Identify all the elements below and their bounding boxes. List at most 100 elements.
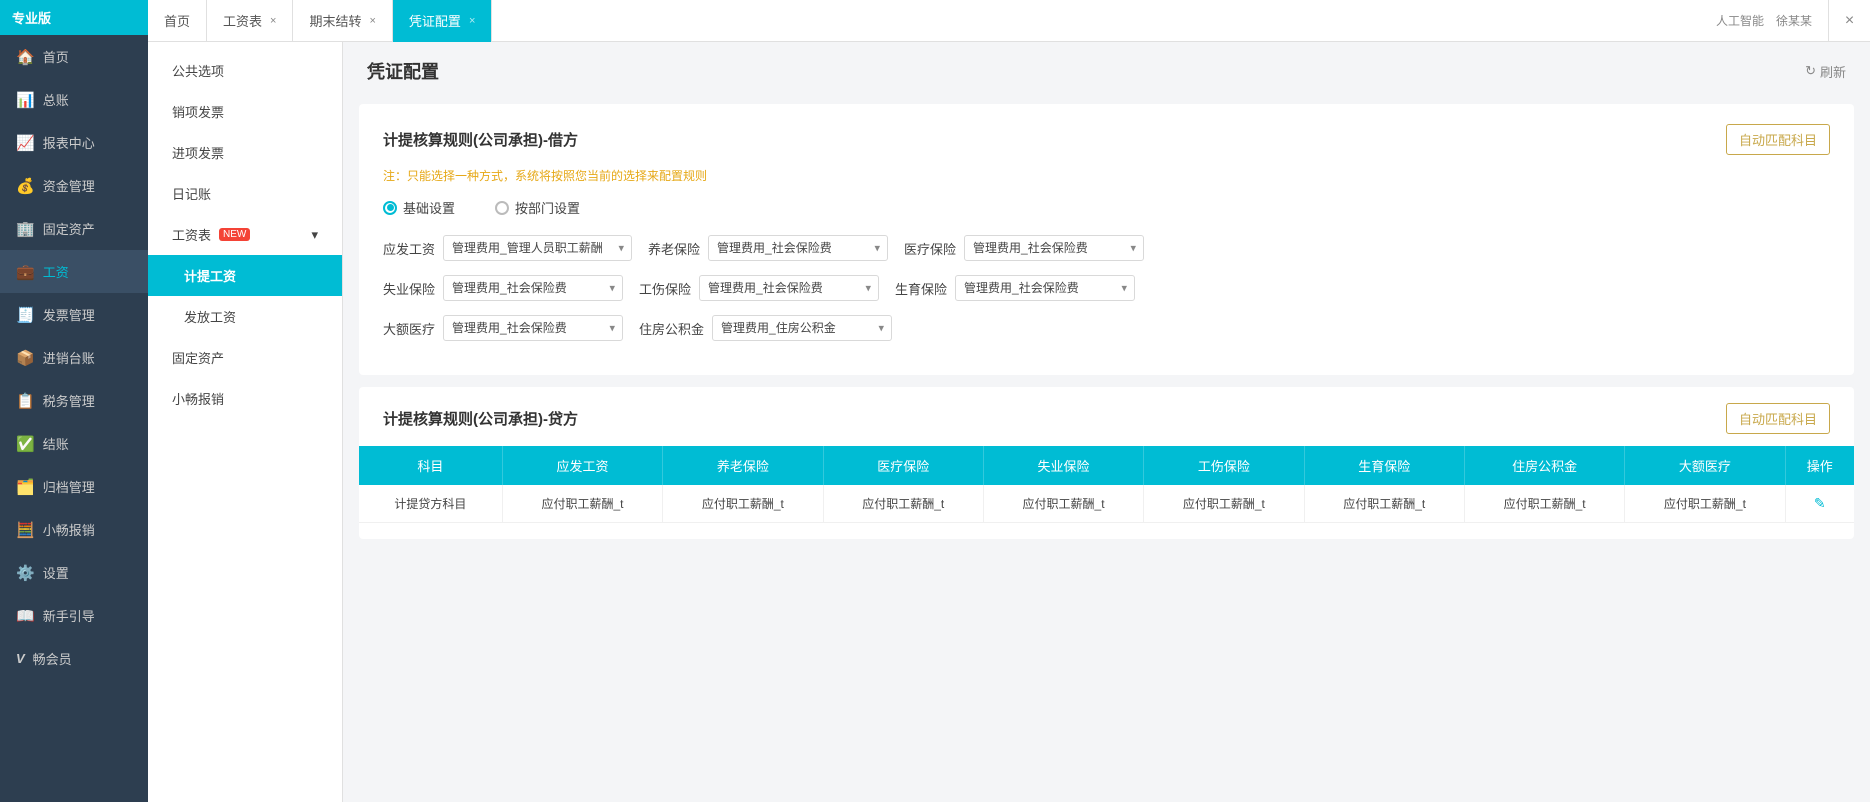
sidebar-item-asset[interactable]: 🏢 固定资产 — [0, 207, 148, 250]
field-housing: 住房公积金 管理费用_住房公积金 — [639, 315, 892, 341]
radio-group: 基础设置 按部门设置 — [383, 198, 1830, 217]
left-panel-item-xiao-expense[interactable]: 小畅报销 — [148, 378, 342, 419]
window-close-button[interactable]: × — [1828, 0, 1870, 42]
major-medical-select[interactable]: 管理费用_社会保险费 — [443, 315, 623, 341]
sidebar-item-stock[interactable]: 📦 进销台账 — [0, 336, 148, 379]
table-row: 计提贷方科目 应付职工薪酬_t 应付职工薪酬_t 应付职工薪酬_t 应付职工薪酬… — [359, 485, 1854, 523]
form-row-1: 应发工资 管理费用_管理人员职工薪酬 养老保险 管理费用_社会保险费 — [383, 235, 1830, 261]
left-panel-item-journal[interactable]: 日记账 — [148, 173, 342, 214]
left-panel-item-label: 日记账 — [172, 184, 211, 203]
sidebar-item-settings[interactable]: ⚙️ 设置 — [0, 551, 148, 594]
tab-period-close-label: 期末结转 — [309, 11, 361, 30]
debit-auto-match-button[interactable]: 自动匹配科目 — [1726, 124, 1830, 155]
credit-table: 科目 应发工资 养老保险 医疗保险 失业保险 工伤保险 生育保险 住房公积金 大… — [359, 446, 1854, 523]
expand-icon: ▾ — [311, 227, 318, 243]
tab-period-close[interactable]: 期末结转 × — [293, 0, 392, 42]
sidebar-header: 专业版 — [0, 0, 148, 35]
sidebar-item-tax[interactable]: 📋 税务管理 — [0, 379, 148, 422]
sidebar-item-closing[interactable]: ✅ 结账 — [0, 422, 148, 465]
maternity-select[interactable]: 管理费用_社会保险费 — [955, 275, 1135, 301]
left-panel-item-calc-salary[interactable]: 计提工资 — [148, 255, 342, 296]
left-panel-item-label: 销项发票 — [172, 102, 224, 121]
housing-select-wrapper: 管理费用_住房公积金 — [712, 315, 892, 341]
form-row-3: 大额医疗 管理费用_社会保险费 住房公积金 管理费用_住房公积金 — [383, 315, 1830, 341]
sidebar-item-home[interactable]: 🏠 首页 — [0, 35, 148, 78]
salary-label: 应发工资 — [383, 239, 435, 258]
sidebar-item-report[interactable]: 📈 报表中心 — [0, 121, 148, 164]
left-panel-item-public[interactable]: 公共选项 — [148, 50, 342, 91]
col-salary: 应发工资 — [502, 446, 662, 485]
tab-period-close-close[interactable]: × — [369, 15, 375, 27]
form-row-2: 失业保险 管理费用_社会保险费 工伤保险 管理费用_社会保险费 — [383, 275, 1830, 301]
left-panel-item-salary-table[interactable]: 工资表 NEW ▾ — [148, 214, 342, 255]
tab-voucher-config-label: 凭证配置 — [409, 11, 461, 30]
sidebar-item-fund[interactable]: 💰 资金管理 — [0, 164, 148, 207]
home-icon: 🏠 — [16, 48, 35, 66]
sidebar-item-label: 归档管理 — [43, 477, 95, 496]
left-panel-item-label: 固定资产 — [172, 348, 224, 367]
sidebar-item-label: 资金管理 — [43, 176, 95, 195]
col-major-medical: 大额医疗 — [1625, 446, 1785, 485]
tab-home[interactable]: 首页 — [148, 0, 207, 42]
left-panel-item-pay-salary[interactable]: 发放工资 — [148, 296, 342, 337]
injury-select[interactable]: 管理费用_社会保险费 — [699, 275, 879, 301]
field-unemployment: 失业保险 管理费用_社会保险费 — [383, 275, 623, 301]
sidebar-item-label: 首页 — [43, 47, 69, 66]
sidebar-item-salary[interactable]: 💼 工资 — [0, 250, 148, 293]
left-panel-item-label: 工资表 — [172, 225, 211, 244]
left-panel-item-label: 小畅报销 — [172, 389, 224, 408]
field-major-medical: 大额医疗 管理费用_社会保险费 — [383, 315, 623, 341]
radio-dept[interactable]: 按部门设置 — [495, 198, 580, 217]
credit-table-body: 计提贷方科目 应付职工薪酬_t 应付职工薪酬_t 应付职工薪酬_t 应付职工薪酬… — [359, 485, 1854, 523]
housing-label: 住房公积金 — [639, 319, 704, 338]
sidebar-item-member[interactable]: V 畅会员 — [0, 637, 148, 680]
tab-home-label: 首页 — [164, 11, 190, 30]
col-medical: 医疗保险 — [823, 446, 983, 485]
sidebar-item-label: 畅会员 — [33, 649, 72, 668]
left-panel-item-label: 进项发票 — [172, 143, 224, 162]
left-panel-item-purchase-invoice[interactable]: 进项发票 — [148, 132, 342, 173]
col-pension: 养老保险 — [663, 446, 823, 485]
housing-select[interactable]: 管理费用_住房公积金 — [712, 315, 892, 341]
credit-section-header: 计提核算规则(公司承担)-贷方 自动匹配科目 — [359, 403, 1854, 446]
credit-auto-match-button[interactable]: 自动匹配科目 — [1726, 403, 1830, 434]
left-panel-item-sales-invoice[interactable]: 销项发票 — [148, 91, 342, 132]
sidebar-item-guide[interactable]: 📖 新手引导 — [0, 594, 148, 637]
credit-section-title: 计提核算规则(公司承担)-贷方 — [383, 408, 578, 429]
field-injury: 工伤保险 管理费用_社会保险费 — [639, 275, 879, 301]
field-pension: 养老保险 管理费用_社会保险费 — [648, 235, 888, 261]
medical-label: 医疗保险 — [904, 239, 956, 258]
archive-icon: 🗂️ — [16, 478, 35, 496]
medical-select[interactable]: 管理费用_社会保险费 — [964, 235, 1144, 261]
major-medical-select-wrapper: 管理费用_社会保险费 — [443, 315, 623, 341]
tab-voucher-config-close[interactable]: × — [469, 15, 475, 27]
salary-select[interactable]: 管理费用_管理人员职工薪酬 — [443, 235, 632, 261]
sidebar-item-archive[interactable]: 🗂️ 归档管理 — [0, 465, 148, 508]
cell-action[interactable]: ✎ — [1785, 485, 1854, 523]
left-panel-item-label: 发放工资 — [184, 307, 236, 326]
sidebar-item-ledger[interactable]: 📊 总账 — [0, 78, 148, 121]
sidebar-item-label: 结账 — [43, 434, 69, 453]
tab-salary-table-close[interactable]: × — [270, 15, 276, 27]
unemployment-select[interactable]: 管理费用_社会保险费 — [443, 275, 623, 301]
topbar-right: 人工智能 徐某某 — [1716, 12, 1828, 29]
refresh-button[interactable]: ↻ 刷新 — [1805, 62, 1846, 81]
cell-salary: 应付职工薪酬_t — [502, 485, 662, 523]
tab-salary-table[interactable]: 工资表 × — [207, 0, 293, 42]
pension-select-wrapper: 管理费用_社会保险费 — [708, 235, 888, 261]
major-medical-label: 大额医疗 — [383, 319, 435, 338]
enterprise-label: 人工智能 — [1716, 12, 1764, 29]
edit-icon[interactable]: ✎ — [1814, 495, 1826, 511]
topbar: 首页 工资表 × 期末结转 × 凭证配置 × 人工智能 徐某某 × — [148, 0, 1870, 42]
tab-voucher-config[interactable]: 凭证配置 × — [393, 0, 492, 42]
sidebar-item-label: 报表中心 — [43, 133, 95, 152]
pension-select[interactable]: 管理费用_社会保险费 — [708, 235, 888, 261]
sidebar-item-xiaoexpense[interactable]: 🧮 小畅报销 — [0, 508, 148, 551]
content-area: 公共选项 销项发票 进项发票 日记账 工资表 NEW ▾ 计提工资 — [148, 42, 1870, 802]
radio-basic[interactable]: 基础设置 — [383, 198, 455, 217]
sidebar-item-label: 固定资产 — [43, 219, 95, 238]
salary-select-wrapper: 管理费用_管理人员职工薪酬 — [443, 235, 632, 261]
sidebar-item-invoice[interactable]: 🧾 发票管理 — [0, 293, 148, 336]
field-medical: 医疗保险 管理费用_社会保险费 — [904, 235, 1144, 261]
left-panel-item-fixed-asset[interactable]: 固定资产 — [148, 337, 342, 378]
